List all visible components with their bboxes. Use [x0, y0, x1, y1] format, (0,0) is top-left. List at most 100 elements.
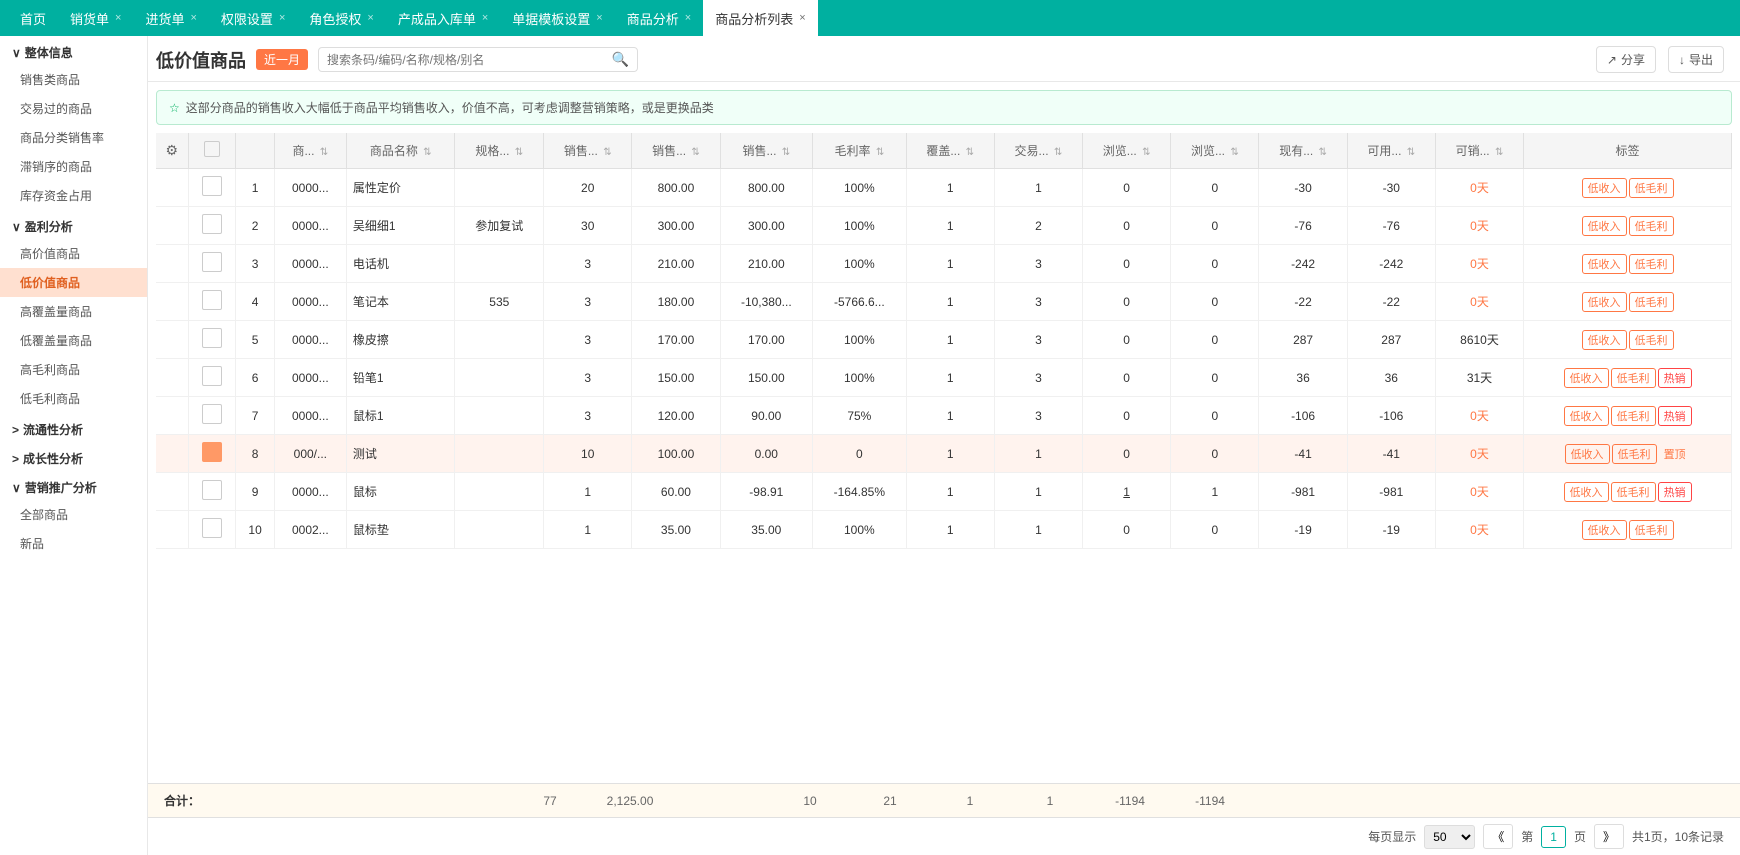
- page-prefix: 第: [1521, 828, 1533, 845]
- export-button[interactable]: ↓ 导出: [1668, 46, 1724, 73]
- nav-permission[interactable]: 权限设置 ×: [209, 0, 297, 36]
- table-wrapper[interactable]: ⚙ 商... ⇅ 商品名称 ⇅ 规格... ⇅ 销售... ⇅ 销售... ⇅ …: [148, 133, 1740, 783]
- nav-template[interactable]: 单据模板设置 ×: [500, 0, 614, 36]
- checkbox-cell[interactable]: [188, 397, 236, 435]
- per-page-label: 每页显示: [1368, 828, 1416, 845]
- nav-role-auth[interactable]: 角色授权 ×: [297, 0, 385, 36]
- current-col-header[interactable]: 现有... ⇅: [1259, 133, 1347, 169]
- sales-qty-col-header[interactable]: 销售... ⇅: [544, 133, 632, 169]
- close-icon[interactable]: ×: [190, 12, 196, 24]
- row-checkbox[interactable]: [202, 442, 222, 462]
- nav-home[interactable]: 首页: [8, 0, 58, 36]
- browse1-col-header[interactable]: 浏览... ⇅: [1083, 133, 1171, 169]
- nav-sales-order[interactable]: 销货单 ×: [58, 0, 133, 36]
- share-button[interactable]: ↗ 分享: [1596, 46, 1656, 73]
- sidebar-item-low-value[interactable]: 低价值商品: [0, 268, 147, 297]
- checkbox-cell[interactable]: [188, 435, 236, 473]
- browse1-cell[interactable]: 0: [1083, 359, 1171, 397]
- browse1-cell[interactable]: 0: [1083, 397, 1171, 435]
- browse1-cell[interactable]: 0: [1083, 245, 1171, 283]
- browse1-cell[interactable]: 0: [1083, 321, 1171, 359]
- close-icon[interactable]: ×: [685, 12, 691, 24]
- search-icon[interactable]: 🔍: [612, 51, 629, 68]
- browse1-cell[interactable]: 0: [1083, 435, 1171, 473]
- profit-rate-col-header[interactable]: 毛利率 ⇅: [813, 133, 907, 169]
- filter-tag[interactable]: 近一月: [256, 49, 308, 70]
- row-checkbox[interactable]: [202, 176, 222, 196]
- row-checkbox[interactable]: [202, 366, 222, 386]
- nav-product-analysis[interactable]: 商品分析 ×: [615, 0, 703, 36]
- sidebar-item-low-coverage[interactable]: 低覆盖量商品: [0, 326, 147, 355]
- settings-cell: [156, 397, 188, 435]
- search-input[interactable]: [327, 53, 608, 67]
- browse2-col-header[interactable]: 浏览... ⇅: [1171, 133, 1259, 169]
- sidebar-item-new-goods[interactable]: 新品: [0, 529, 147, 558]
- checkbox-cell[interactable]: [188, 321, 236, 359]
- sidebar-item-all-goods[interactable]: 全部商品: [0, 500, 147, 529]
- settings-col-header[interactable]: ⚙: [156, 133, 188, 169]
- sidebar-group-marketing[interactable]: ∨ 营销推广分析: [0, 471, 147, 500]
- table-row: 2 0000... 吴细细1 参加复试 30 300.00 300.00 100…: [156, 207, 1732, 245]
- sidebar-item-category-sales-rate[interactable]: 商品分类销售率: [0, 123, 147, 152]
- browse1-cell[interactable]: 0: [1083, 169, 1171, 207]
- checkbox-cell[interactable]: [188, 473, 236, 511]
- sidebar-item-low-profit[interactable]: 低毛利商品: [0, 384, 147, 413]
- sidebar-group-overall[interactable]: ∨ 整体信息: [0, 36, 147, 65]
- sidebar-item-sales-goods[interactable]: 销售类商品: [0, 65, 147, 94]
- close-icon[interactable]: ×: [799, 12, 805, 24]
- row-checkbox[interactable]: [202, 328, 222, 348]
- checkbox-cell[interactable]: [188, 245, 236, 283]
- sidebar-item-high-profit[interactable]: 高毛利商品: [0, 355, 147, 384]
- browse1-cell[interactable]: 0: [1083, 511, 1171, 549]
- close-icon[interactable]: ×: [115, 12, 121, 24]
- saleable-col-header[interactable]: 可销... ⇅: [1435, 133, 1523, 169]
- browse1-cell[interactable]: 0: [1083, 283, 1171, 321]
- sales-amount-col-header[interactable]: 销售... ⇅: [632, 133, 720, 169]
- checkbox-col-header[interactable]: [188, 133, 236, 169]
- row-checkbox[interactable]: [202, 518, 222, 538]
- browse-link[interactable]: 1: [1123, 485, 1130, 499]
- per-page-select[interactable]: 50 100 200: [1424, 825, 1475, 849]
- sidebar-item-stock-funds[interactable]: 库存资金占用: [0, 181, 147, 210]
- row-checkbox[interactable]: [202, 480, 222, 500]
- profit-rate-cell: 100%: [813, 511, 907, 549]
- row-checkbox[interactable]: [202, 404, 222, 424]
- browse1-cell[interactable]: 0: [1083, 207, 1171, 245]
- close-icon[interactable]: ×: [482, 12, 488, 24]
- search-box[interactable]: 🔍: [318, 47, 638, 72]
- prev-page-button[interactable]: 《: [1483, 824, 1513, 849]
- close-icon[interactable]: ×: [596, 12, 602, 24]
- code-col-header[interactable]: 商... ⇅: [274, 133, 346, 169]
- checkbox-cell[interactable]: [188, 283, 236, 321]
- nav-product-stock[interactable]: 产成品入库单 ×: [386, 0, 500, 36]
- spec-col-header[interactable]: 规格... ⇅: [455, 133, 544, 169]
- checkbox-cell[interactable]: [188, 207, 236, 245]
- row-checkbox[interactable]: [202, 290, 222, 310]
- name-col-header[interactable]: 商品名称 ⇅: [346, 133, 455, 169]
- sidebar-item-high-coverage[interactable]: 高覆盖量商品: [0, 297, 147, 326]
- available-col-header[interactable]: 可用... ⇅: [1347, 133, 1435, 169]
- checkbox-cell[interactable]: [188, 169, 236, 207]
- next-page-button[interactable]: 》: [1594, 824, 1624, 849]
- nav-purchase-order[interactable]: 进货单 ×: [133, 0, 208, 36]
- sales-cost-col-header[interactable]: 销售... ⇅: [720, 133, 813, 169]
- sidebar-group-growth[interactable]: > 成长性分析: [0, 442, 147, 471]
- checkbox-cell[interactable]: [188, 511, 236, 549]
- sidebar-item-traded-goods[interactable]: 交易过的商品: [0, 94, 147, 123]
- row-checkbox[interactable]: [202, 252, 222, 272]
- num-cell: 6: [236, 359, 274, 397]
- trade-col-header[interactable]: 交易... ⇅: [994, 133, 1082, 169]
- sidebar-group-flow[interactable]: > 流通性分析: [0, 413, 147, 442]
- coverage-col-header[interactable]: 覆盖... ⇅: [906, 133, 994, 169]
- close-icon[interactable]: ×: [279, 12, 285, 24]
- browse1-cell[interactable]: 1: [1083, 473, 1171, 511]
- row-checkbox[interactable]: [202, 214, 222, 234]
- close-icon[interactable]: ×: [367, 12, 373, 24]
- sidebar-item-slow-goods[interactable]: 滞销序的商品: [0, 152, 147, 181]
- checkbox-cell[interactable]: [188, 359, 236, 397]
- nav-product-analysis-list[interactable]: 商品分析列表 ×: [703, 0, 817, 36]
- days-badge: 0天: [1470, 181, 1489, 195]
- sidebar-item-high-value[interactable]: 高价值商品: [0, 239, 147, 268]
- sidebar-group-profit[interactable]: ∨ 盈利分析: [0, 210, 147, 239]
- saleable-cell: 0天: [1435, 435, 1523, 473]
